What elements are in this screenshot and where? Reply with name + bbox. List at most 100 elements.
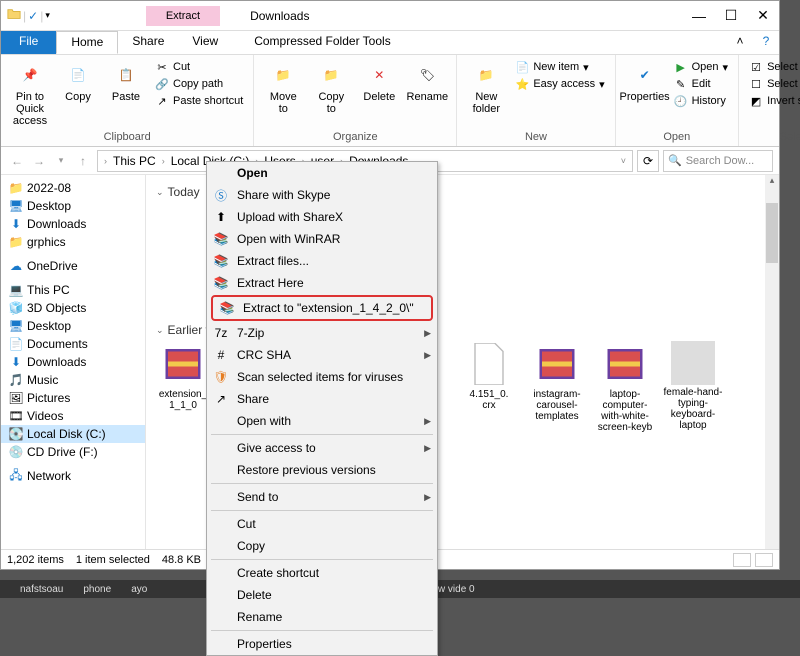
ctx-label: Scan selected items for viruses <box>237 370 403 384</box>
sidebar-item-videos[interactable]: 🎞 Videos <box>1 407 145 425</box>
file-item[interactable]: 4.151_0. crx <box>458 341 520 433</box>
ctx-properties[interactable]: Properties <box>207 633 437 655</box>
sidebar-item-2022-08[interactable]: 📁2022-08 <box>1 179 145 197</box>
tab-file[interactable]: File <box>1 31 56 54</box>
move-to-button[interactable]: 📁Move to <box>260 57 306 115</box>
rename-button[interactable]: 🏷Rename <box>404 57 450 103</box>
ctx-cut[interactable]: Cut <box>207 513 437 535</box>
copy-to-button[interactable]: 📁Copy to <box>308 57 354 115</box>
tab-view[interactable]: View <box>178 31 232 54</box>
ctx-sharex[interactable]: ⬆Upload with ShareX <box>207 206 437 228</box>
new-item-button[interactable]: 📄New item ▾ <box>511 59 608 75</box>
checkmark-icon[interactable]: ✓ <box>28 9 38 23</box>
sidebar-item-downloads2[interactable]: ⬇Downloads <box>1 353 145 371</box>
ctx-give-access[interactable]: Give access to▶ <box>207 437 437 459</box>
delete-button[interactable]: ✕Delete <box>356 57 402 103</box>
sidebar-item-local-disk-c[interactable]: 💽Local Disk (C:) <box>1 425 145 443</box>
ctx-label: Upload with ShareX <box>237 210 343 224</box>
ctx-extract-to[interactable]: 📚Extract to "extension_1_4_2_0\" <box>213 297 431 319</box>
ctx-extract-files[interactable]: 📚Extract files... <box>207 250 437 272</box>
select-none-button[interactable]: ☐Select none <box>745 76 800 92</box>
ctx-open-winrar[interactable]: 📚Open with WinRAR <box>207 228 437 250</box>
explorer-window: | ✓ | ▾ Extract Downloads — ☐ ✕ File Hom… <box>0 0 780 570</box>
invert-selection-button[interactable]: ◩Invert selection <box>745 93 800 109</box>
sidebar-item-3d-objects[interactable]: 🧊3D Objects <box>1 299 145 317</box>
view-large-icons-button[interactable] <box>755 553 773 567</box>
tab-home[interactable]: Home <box>56 31 118 54</box>
history-button[interactable]: 🕘History <box>670 93 732 109</box>
sidebar-item-this-pc[interactable]: 💻This PC <box>1 281 145 299</box>
maximize-button[interactable]: ☐ <box>715 4 747 28</box>
videos-icon: 🎞 <box>9 409 23 423</box>
paste-button[interactable]: 📋 Paste <box>103 57 149 103</box>
crumb-this-pc[interactable]: This PC <box>111 154 158 168</box>
back-button[interactable]: ← <box>7 151 27 171</box>
taskbar-item[interactable]: phone <box>83 584 111 595</box>
cut-button[interactable]: ✂Cut <box>151 59 247 75</box>
ctx-rename[interactable]: Rename <box>207 606 437 628</box>
scrollbar-thumb[interactable] <box>766 203 778 263</box>
sidebar-item-documents[interactable]: 📄Documents <box>1 335 145 353</box>
copy-button[interactable]: 📄 Copy <box>55 57 101 103</box>
select-all-button[interactable]: ☑Select all <box>745 59 800 75</box>
ctx-skype[interactable]: ⓈShare with Skype <box>207 184 437 206</box>
sidebar-item-cd-drive[interactable]: 💿CD Drive (F:) <box>1 443 145 461</box>
qat-dropdown-icon[interactable]: ▾ <box>45 10 50 21</box>
ctx-7zip[interactable]: 7z7-Zip▶ <box>207 322 437 344</box>
edit-button[interactable]: ✎Edit <box>670 76 732 92</box>
sidebar-item-music[interactable]: 🎵Music <box>1 371 145 389</box>
new-folder-button[interactable]: 📁New folder <box>463 57 509 115</box>
file-item[interactable]: female-hand-typing-keyboard-laptop <box>662 341 724 433</box>
properties-button[interactable]: ✔Properties <box>622 57 668 103</box>
ctx-create-shortcut[interactable]: Create shortcut <box>207 562 437 584</box>
view-details-button[interactable] <box>733 553 751 567</box>
forward-button[interactable]: → <box>29 151 49 171</box>
refresh-button[interactable]: ⟳ <box>637 150 659 172</box>
context-menu: Open ⓈShare with Skype ⬆Upload with Shar… <box>206 161 438 656</box>
rename-icon: 🏷 <box>413 61 441 89</box>
rar-icon <box>160 341 206 387</box>
sidebar-item-grphics[interactable]: 📁grphics <box>1 233 145 251</box>
vertical-scrollbar[interactable]: ▴ <box>765 175 779 549</box>
taskbar-item[interactable]: nafstsoau <box>20 584 63 595</box>
file-item[interactable]: extension_ 1_1_0 <box>152 341 214 433</box>
ctx-scan[interactable]: 🛡Scan selected items for viruses <box>207 366 437 388</box>
sidebar-item-desktop[interactable]: 🖥Desktop <box>1 197 145 215</box>
open-button[interactable]: ▶Open ▾ <box>670 59 732 75</box>
ctx-crc-sha[interactable]: #CRC SHA▶ <box>207 344 437 366</box>
ctx-restore-previous[interactable]: Restore previous versions <box>207 459 437 481</box>
taskbar-item[interactable]: ayo <box>131 584 147 595</box>
ribbon-collapse-icon[interactable]: ˄ <box>727 31 753 54</box>
ctx-open-with[interactable]: Open with▶ <box>207 410 437 432</box>
pin-quick-access-button[interactable]: 📌 Pin to Quick access <box>7 57 53 127</box>
sidebar-item-desktop2[interactable]: 🖥Desktop <box>1 317 145 335</box>
close-button[interactable]: ✕ <box>747 4 779 28</box>
help-icon[interactable]: ? <box>753 31 779 54</box>
sidebar-item-downloads[interactable]: ⬇Downloads <box>1 215 145 233</box>
sidebar-item-pictures[interactable]: 🖼Pictures <box>1 389 145 407</box>
separator <box>211 630 433 631</box>
ctx-open[interactable]: Open <box>207 162 437 184</box>
sidebar-label: Videos <box>27 409 63 423</box>
paste-shortcut-button[interactable]: ↗Paste shortcut <box>151 93 247 109</box>
sidebar-item-network[interactable]: 🖧Network <box>1 467 145 485</box>
search-input[interactable]: 🔍 Search Dow... <box>663 150 773 172</box>
file-item[interactable]: instagram-carousel-templates <box>526 341 588 433</box>
easy-access-button[interactable]: ⭐Easy access ▾ <box>511 76 608 92</box>
minimize-button[interactable]: — <box>683 4 715 28</box>
up-button[interactable]: ↑ <box>73 151 93 171</box>
ctx-copy[interactable]: Copy <box>207 535 437 557</box>
recent-dropdown[interactable]: ▾ <box>51 151 71 171</box>
ctx-share[interactable]: ↗Share <box>207 388 437 410</box>
ctx-send-to[interactable]: Send to▶ <box>207 486 437 508</box>
file-item[interactable]: laptop-computer-with-white-screen-keyb <box>594 341 656 433</box>
copy-path-button[interactable]: 🔗Copy path <box>151 76 247 92</box>
crumb-dropdown-icon[interactable]: ˅ <box>619 156 628 166</box>
status-size: 48.8 KB <box>162 554 201 566</box>
tab-share[interactable]: Share <box>118 31 178 54</box>
sidebar-item-onedrive[interactable]: ☁OneDrive <box>1 257 145 275</box>
scroll-up-icon[interactable]: ▴ <box>765 175 779 189</box>
ctx-delete[interactable]: Delete <box>207 584 437 606</box>
tab-compressed-tools[interactable]: Compressed Folder Tools <box>240 31 405 54</box>
ctx-extract-here[interactable]: 📚Extract Here <box>207 272 437 294</box>
